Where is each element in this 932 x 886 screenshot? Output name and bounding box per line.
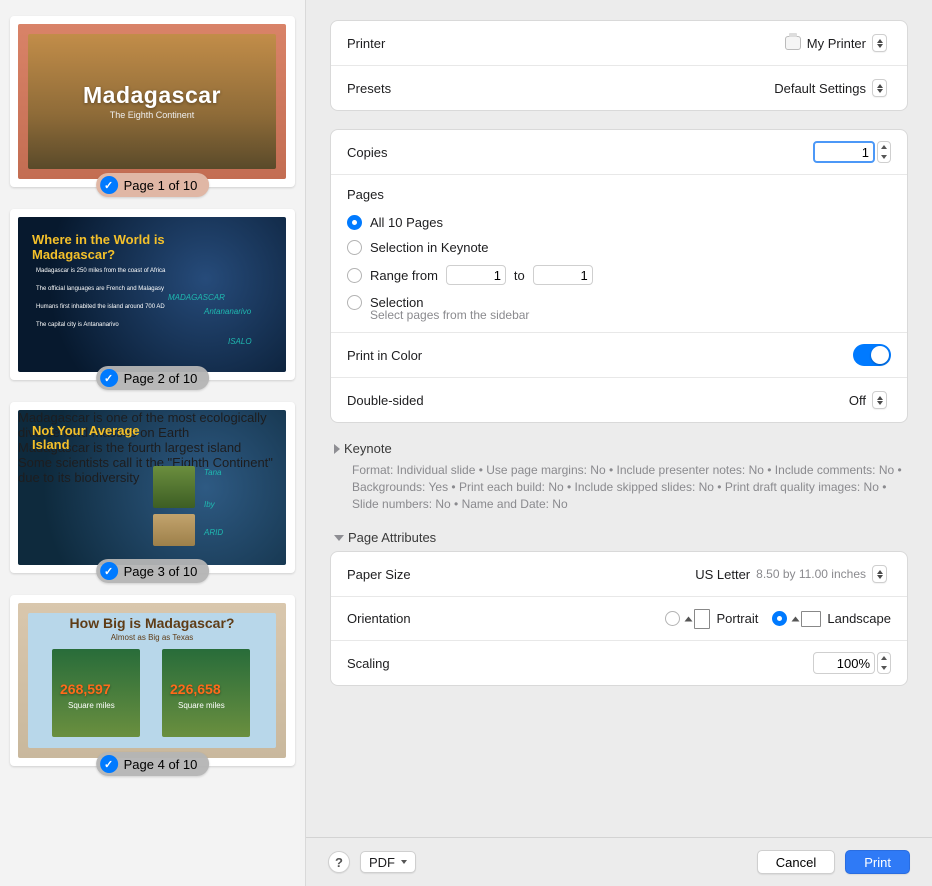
slide-subtitle: The Eighth Continent [18, 110, 286, 120]
page-badge-label: Page 2 of 10 [124, 371, 198, 386]
radio-icon [665, 611, 680, 626]
checkmark-icon: ✓ [100, 176, 118, 194]
radio-icon [347, 268, 362, 283]
updown-icon [872, 34, 887, 52]
copies-stepper[interactable] [813, 141, 891, 163]
paper-size-label: Paper Size [347, 567, 411, 582]
range-from-input[interactable] [446, 265, 506, 285]
page-badge-label: Page 4 of 10 [124, 757, 198, 772]
printer-icon [785, 36, 801, 50]
presets-popup[interactable]: Default Settings [766, 77, 891, 99]
double-sided-popup[interactable]: Off [841, 389, 891, 411]
page-thumbnail[interactable]: Not Your Average Island Madagascar is on… [10, 402, 295, 573]
print-color-toggle[interactable] [853, 344, 891, 366]
page-thumbnail[interactable]: Where in the World is Madagascar? Madaga… [10, 209, 295, 380]
page-badge-label: Page 1 of 10 [124, 178, 198, 193]
page-thumbnail[interactable]: How Big is Madagascar? Almost as Big as … [10, 595, 295, 766]
chevron-right-icon [334, 444, 340, 454]
main-options-panel: Copies Pages All 10 Pages Selection in K [330, 129, 908, 423]
presets-label: Presets [347, 81, 391, 96]
updown-icon [872, 565, 887, 583]
slide-title: Not Your Average Island [32, 424, 152, 453]
scaling-input[interactable] [813, 652, 875, 674]
page-attributes-panel: Paper Size US Letter 8.50 by 11.00 inche… [330, 551, 908, 686]
copies-input[interactable] [813, 141, 875, 163]
page-thumbnail[interactable]: Madagascar The Eighth Continent ✓ Page 1… [10, 16, 295, 187]
checkmark-icon: ✓ [100, 755, 118, 773]
checkmark-icon: ✓ [100, 369, 118, 387]
keynote-section-header[interactable]: Keynote [334, 441, 904, 456]
page-attributes-header[interactable]: Page Attributes [334, 530, 904, 545]
stepper-buttons[interactable] [877, 141, 891, 163]
updown-icon [872, 79, 887, 97]
page-attributes-title: Page Attributes [348, 530, 436, 545]
slide-subtitle: Almost as Big as Texas [18, 633, 286, 642]
radio-icon [347, 240, 362, 255]
printer-presets-panel: Printer My Printer Presets Default Setti… [330, 20, 908, 111]
paper-size-popup[interactable]: US Letter 8.50 by 11.00 inches [687, 563, 891, 585]
orientation-label: Orientation [347, 611, 411, 626]
range-to-input[interactable] [533, 265, 593, 285]
double-sided-value: Off [849, 393, 866, 408]
page-badge[interactable]: ✓ Page 3 of 10 [96, 559, 210, 583]
scaling-label: Scaling [347, 656, 390, 671]
paper-size-dimensions: 8.50 by 11.00 inches [756, 567, 866, 581]
pages-radio-range[interactable]: Range from to [347, 260, 891, 290]
page-badge-label: Page 3 of 10 [124, 564, 198, 579]
scaling-stepper[interactable] [813, 652, 891, 674]
pages-radio-selection-keynote[interactable]: Selection in Keynote [347, 235, 891, 260]
print-settings: Printer My Printer Presets Default Setti… [306, 0, 932, 886]
printer-popup[interactable]: My Printer [777, 32, 891, 54]
color-label: Print in Color [347, 348, 422, 363]
landscape-icon [793, 611, 821, 627]
pages-radio-all[interactable]: All 10 Pages [347, 210, 891, 235]
page-badge[interactable]: ✓ Page 4 of 10 [96, 752, 210, 776]
stepper-buttons[interactable] [877, 652, 891, 674]
presets-value: Default Settings [774, 81, 866, 96]
page-sidebar[interactable]: Madagascar The Eighth Continent ✓ Page 1… [0, 0, 306, 886]
slide-title: How Big is Madagascar? [18, 615, 286, 631]
page-badge[interactable]: ✓ Page 2 of 10 [96, 366, 210, 390]
pages-heading: Pages [347, 187, 891, 202]
printer-label: Printer [347, 36, 385, 51]
print-dialog: Madagascar The Eighth Continent ✓ Page 1… [0, 0, 932, 886]
cancel-button[interactable]: Cancel [757, 850, 835, 874]
portrait-icon [686, 609, 710, 629]
radio-icon [347, 215, 362, 230]
double-sided-label: Double-sided [347, 393, 424, 408]
radio-icon [347, 295, 362, 310]
pages-radio-selection[interactable]: Selection [347, 290, 891, 310]
checkmark-icon: ✓ [100, 562, 118, 580]
paper-size-value: US Letter [695, 567, 750, 582]
pdf-menu-button[interactable]: PDF [360, 851, 416, 873]
print-button[interactable]: Print [845, 850, 910, 874]
page-badge[interactable]: ✓ Page 1 of 10 [96, 173, 210, 197]
slide-title: Where in the World is Madagascar? [32, 233, 172, 263]
radio-icon [772, 611, 787, 626]
orientation-portrait[interactable]: Portrait [665, 609, 758, 629]
pages-selection-hint: Select pages from the sidebar [370, 308, 891, 322]
help-button[interactable]: ? [328, 851, 350, 873]
keynote-summary: Format: Individual slide • Use page marg… [352, 462, 902, 512]
keynote-section-title: Keynote [344, 441, 392, 456]
chevron-down-icon [334, 535, 344, 541]
printer-value: My Printer [807, 36, 866, 51]
dialog-footer: ? PDF Cancel Print [306, 837, 932, 886]
slide-title: Madagascar [18, 82, 286, 109]
updown-icon [872, 391, 887, 409]
orientation-landscape[interactable]: Landscape [772, 611, 891, 627]
copies-label: Copies [347, 145, 387, 160]
